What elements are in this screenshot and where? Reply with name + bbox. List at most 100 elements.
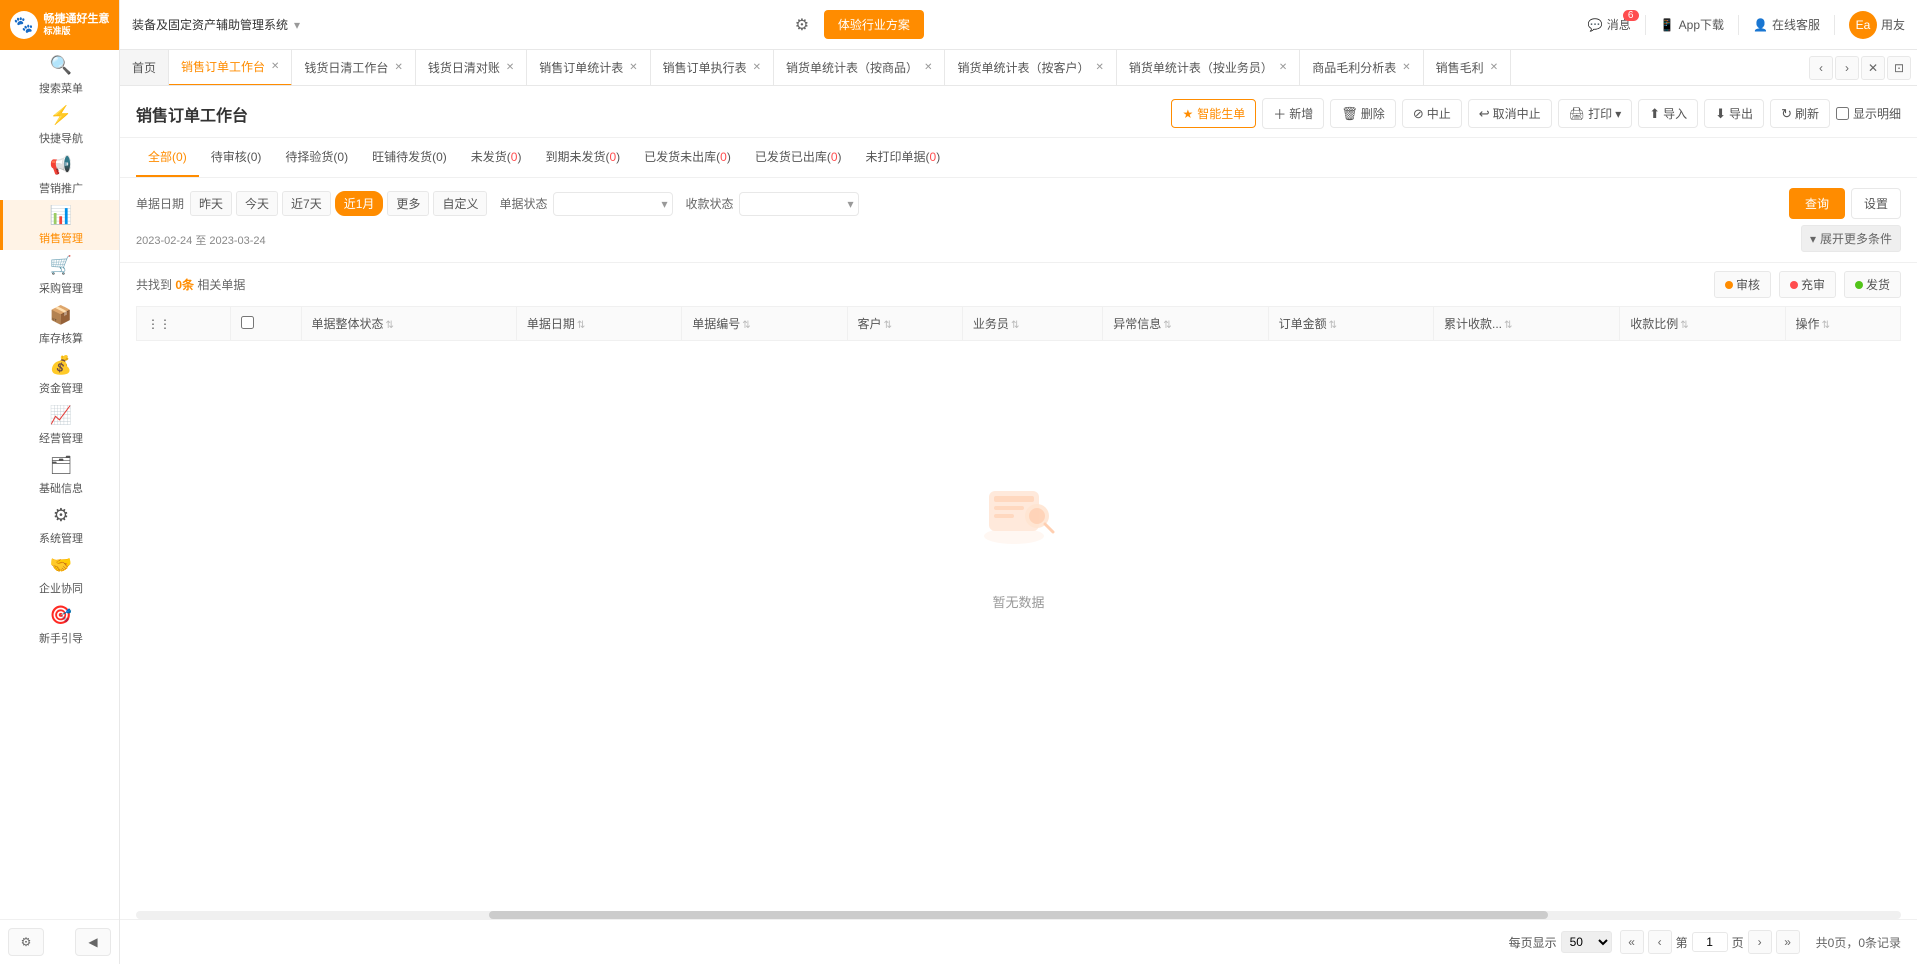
show-detail-label[interactable]: 显示明细	[1836, 105, 1901, 122]
cancel-stop-btn[interactable]: ↩ 取消中止	[1468, 99, 1552, 128]
tab-sales-stat-product[interactable]: 销货单统计表（按商品）✕	[774, 50, 945, 86]
tab-sales-margin[interactable]: 销售毛利✕	[1424, 50, 1511, 86]
sidebar-item-enterprise[interactable]: 🤝 企业协同	[0, 550, 119, 600]
date-btn-近1月[interactable]: 近1月	[335, 191, 384, 216]
sub-tab-all[interactable]: 全部(0)	[136, 138, 199, 177]
tab-sales-stat-staff[interactable]: 销货单统计表（按业务员）✕	[1117, 50, 1300, 86]
close-tab-sales-stat-customer[interactable]: ✕	[1095, 62, 1103, 73]
sidebar-item-guide[interactable]: 🎯 新手引导	[0, 600, 119, 650]
tab-right-btn[interactable]: ›	[1835, 56, 1859, 80]
tab-sales-stat-customer[interactable]: 销货单统计表（按客户）✕	[945, 50, 1116, 86]
sort-icon-collected[interactable]: ⇅	[1504, 320, 1512, 331]
tab-close-all-btn[interactable]: ✕	[1861, 56, 1885, 80]
sort-icon-amount[interactable]: ⇅	[1329, 320, 1337, 331]
close-tab-sales-stat-product[interactable]: ✕	[924, 62, 932, 73]
print-btn[interactable]: 🖨 打印 ▾	[1558, 99, 1633, 128]
title-dropdown-icon[interactable]: ▾	[294, 18, 300, 32]
settings-btn[interactable]: ⚙	[8, 928, 44, 956]
sidebar-item-inventory[interactable]: 📦 库存核算	[0, 300, 119, 350]
tab-home[interactable]: 首页	[120, 50, 169, 86]
tab-expand-btn[interactable]: ⊡	[1887, 56, 1911, 80]
col-date[interactable]: 单据日期⇅	[516, 307, 681, 341]
sort-icon-ratio[interactable]: ⇅	[1680, 320, 1688, 331]
filter-setting-btn[interactable]: 设置	[1851, 188, 1901, 219]
date-btn-近7天[interactable]: 近7天	[282, 191, 331, 216]
query-btn[interactable]: 查询	[1789, 188, 1845, 219]
sub-tab-not-shipped[interactable]: 未发货(0)	[459, 138, 534, 177]
tab-sales-stat-table[interactable]: 销售订单统计表✕	[527, 50, 650, 86]
sort-icon-abnormal[interactable]: ⇅	[1163, 320, 1171, 331]
tab-sales-workbench[interactable]: 销售订单工作台✕	[169, 50, 292, 86]
horizontal-scrollbar[interactable]	[136, 911, 1901, 919]
sidebar-item-finance[interactable]: 💰 资金管理	[0, 350, 119, 400]
tab-cash-reconcile[interactable]: 钱货日清对账✕	[416, 50, 527, 86]
sidebar-item-basic-info[interactable]: 🗂 基础信息	[0, 450, 119, 500]
sub-tab-shipped-out[interactable]: 已发货已出库(0)	[743, 138, 854, 177]
col-amount[interactable]: 订单金额⇅	[1268, 307, 1433, 341]
first-page-btn[interactable]: «	[1620, 930, 1644, 954]
date-btn-昨天[interactable]: 昨天	[190, 191, 232, 216]
tab-left-btn[interactable]: ‹	[1809, 56, 1833, 80]
sub-tab-pending-inspect[interactable]: 待择验货(0)	[273, 138, 360, 177]
date-btn-自定义[interactable]: 自定义	[433, 191, 487, 216]
message-icon-item[interactable]: 💬 6 消息	[1588, 16, 1631, 33]
app-download-item[interactable]: 📱 App下载	[1660, 16, 1724, 33]
table-btn-ship[interactable]: 发货	[1844, 271, 1901, 298]
close-tab-sales-exec-table[interactable]: ✕	[753, 62, 761, 73]
collapse-btn[interactable]: ◀	[75, 928, 111, 956]
sort-icon-operations[interactable]: ⇅	[1822, 320, 1830, 331]
sidebar-item-marketing[interactable]: 📢 营销推广	[0, 150, 119, 200]
online-service-item[interactable]: 👤 在线客服	[1753, 16, 1820, 33]
sidebar-item-purchase[interactable]: 🛒 采购管理	[0, 250, 119, 300]
refresh-btn[interactable]: ↻ 刷新	[1770, 99, 1830, 128]
sub-tab-wangpu-ship[interactable]: 旺铺待发货(0)	[360, 138, 459, 177]
delete-btn[interactable]: 🗑 删除	[1330, 99, 1396, 128]
new-btn[interactable]: ＋ 新增	[1262, 98, 1324, 129]
close-tab-sales-workbench[interactable]: ✕	[271, 61, 279, 72]
close-tab-sales-stat-staff[interactable]: ✕	[1279, 62, 1287, 73]
table-btn-review[interactable]: 审核	[1714, 271, 1771, 298]
col-ratio[interactable]: 收款比例⇅	[1620, 307, 1785, 341]
close-tab-product-margin[interactable]: ✕	[1402, 62, 1410, 73]
import-btn[interactable]: ⬆ 导入	[1638, 99, 1698, 128]
date-btn-更多[interactable]: 更多	[387, 191, 429, 216]
experience-btn[interactable]: 体验行业方案	[824, 10, 924, 39]
close-tab-cash-reconcile[interactable]: ✕	[506, 62, 514, 73]
sub-tab-pending-review[interactable]: 待审核(0)	[199, 138, 274, 177]
page-input[interactable]	[1692, 932, 1728, 952]
stop-btn[interactable]: ⊘ 中止	[1402, 99, 1462, 128]
select-all-checkbox[interactable]	[241, 316, 254, 329]
sort-icon-customer[interactable]: ⇅	[884, 320, 892, 331]
sort-icon-date[interactable]: ⇅	[577, 320, 585, 331]
col-status[interactable]: 单据整体状态⇅	[301, 307, 516, 341]
col-number[interactable]: 单据编号⇅	[682, 307, 847, 341]
next-page-btn[interactable]: ›	[1748, 930, 1772, 954]
date-btn-今天[interactable]: 今天	[236, 191, 278, 216]
close-tab-sales-margin[interactable]: ✕	[1490, 62, 1498, 73]
sub-tab-expired-ship[interactable]: 到期未发货(0)	[533, 138, 632, 177]
last-page-btn[interactable]: »	[1776, 930, 1800, 954]
per-page-select[interactable]: 102050100	[1561, 931, 1612, 953]
gear-icon[interactable]: ⚙	[788, 11, 816, 39]
col-abnormal[interactable]: 异常信息⇅	[1103, 307, 1268, 341]
sidebar-item-quick-nav[interactable]: ⚡ 快捷导航	[0, 100, 119, 150]
tab-sales-exec-table[interactable]: 销售订单执行表✕	[651, 50, 774, 86]
export-btn[interactable]: ⬇ 导出	[1704, 99, 1764, 128]
col-operations[interactable]: 操作⇅	[1785, 307, 1900, 341]
table-btn-cancel-review[interactable]: 充审	[1779, 271, 1836, 298]
sub-tab-shipped-not-out[interactable]: 已发货未出库(0)	[632, 138, 743, 177]
sidebar-item-system[interactable]: ⚙ 系统管理	[0, 500, 119, 550]
sort-icon-staff[interactable]: ⇅	[1011, 320, 1019, 331]
sidebar-item-search[interactable]: 🔍 搜索菜单	[0, 50, 119, 100]
sort-icon-status[interactable]: ⇅	[386, 320, 394, 331]
col-collected[interactable]: 累计收款...⇅	[1434, 307, 1620, 341]
sub-tab-not-printed[interactable]: 未打印单据(0)	[854, 138, 953, 177]
prev-page-btn[interactable]: ‹	[1648, 930, 1672, 954]
user-item[interactable]: Ea 用友	[1849, 11, 1905, 39]
tab-product-margin[interactable]: 商品毛利分析表✕	[1300, 50, 1423, 86]
close-tab-cash-daily[interactable]: ✕	[394, 62, 402, 73]
close-tab-sales-stat-table[interactable]: ✕	[629, 62, 637, 73]
col-customer[interactable]: 客户⇅	[847, 307, 962, 341]
payment-select[interactable]	[739, 192, 859, 216]
sidebar-item-operations[interactable]: 📈 经营管理	[0, 400, 119, 450]
